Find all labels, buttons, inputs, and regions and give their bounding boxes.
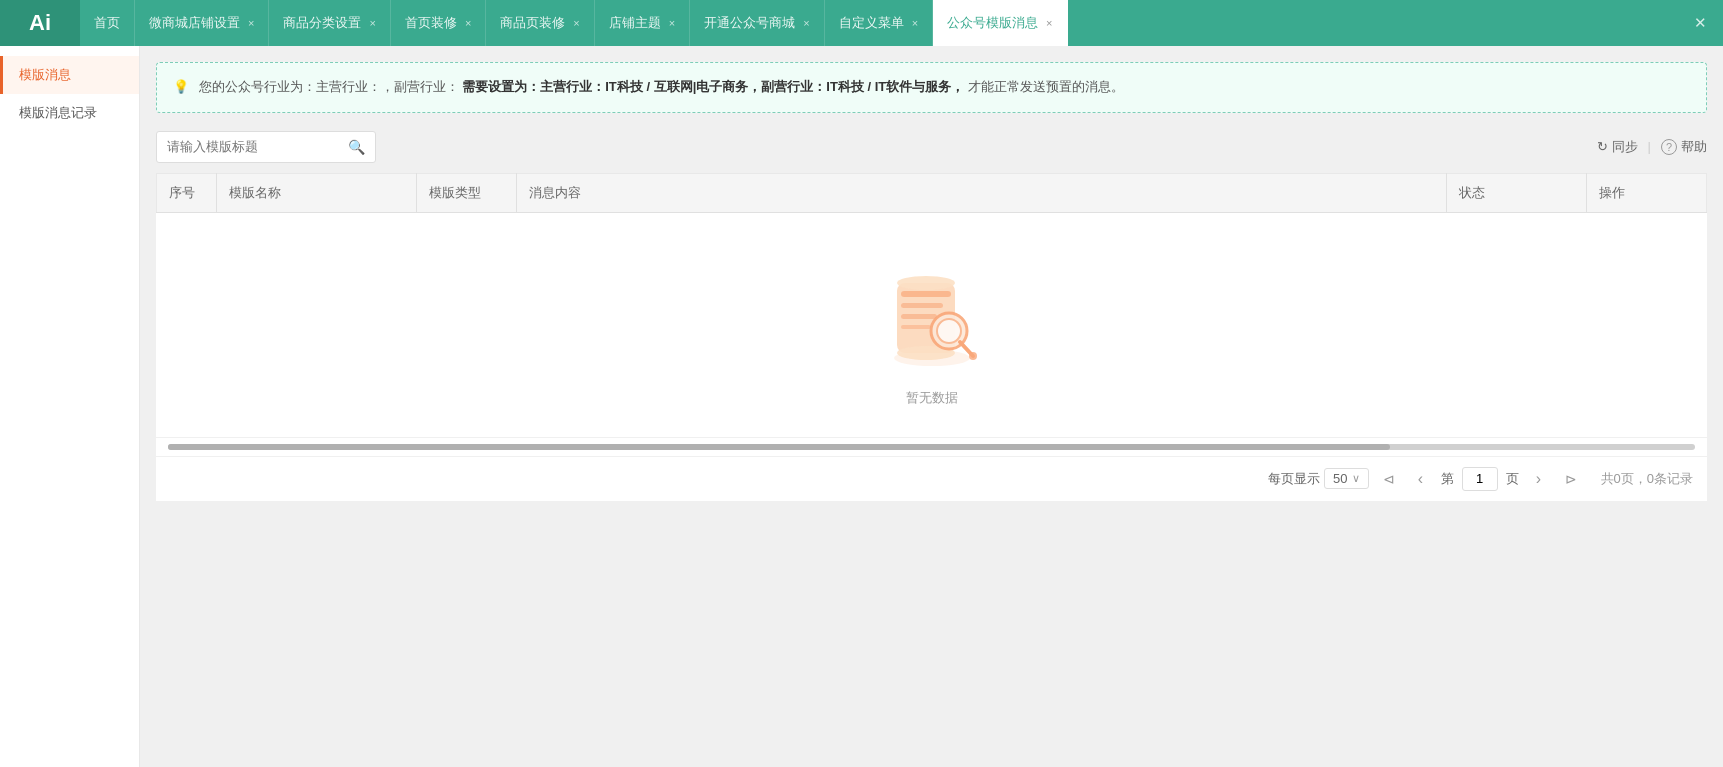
help-button[interactable]: ? 帮助 <box>1661 138 1707 156</box>
notice-prefix: 您的公众号行业为：主营行业：，副营行业： <box>199 79 459 94</box>
toolbar-row: 🔍 ↻ 同步 | ? 帮助 <box>156 131 1707 163</box>
next-page-button[interactable]: › <box>1527 467 1551 491</box>
empty-icon <box>877 263 987 373</box>
nav-tab-shop-settings[interactable]: 微商城店铺设置× <box>135 0 269 46</box>
search-icon[interactable]: 🔍 <box>348 139 365 155</box>
prev-page-button[interactable]: ‹ <box>1409 467 1433 491</box>
nav-tab-product-decoration[interactable]: 商品页装修× <box>486 0 594 46</box>
search-input[interactable] <box>167 139 348 154</box>
search-box: 🔍 <box>156 131 376 163</box>
toolbar-right: ↻ 同步 | ? 帮助 <box>1597 138 1707 156</box>
per-page-dropdown[interactable]: 50 ∨ <box>1324 468 1368 489</box>
close-tab-home-decoration[interactable]: × <box>465 17 471 29</box>
per-page-value: 50 <box>1333 471 1347 486</box>
close-tab-custom-menu[interactable]: × <box>912 17 918 29</box>
close-tab-template-message[interactable]: × <box>1046 17 1052 29</box>
close-tab-shop-theme[interactable]: × <box>669 17 675 29</box>
col-header-name: 模版名称 <box>217 173 417 212</box>
main-layout: 模版消息模版消息记录 💡 您的公众号行业为：主营行业：，副营行业： 需要设置为：… <box>0 46 1723 767</box>
help-circle-icon: ? <box>1661 139 1677 155</box>
col-header-status: 状态 <box>1447 173 1587 212</box>
sync-label: 同步 <box>1612 138 1638 156</box>
first-page-button[interactable]: ⊲ <box>1377 467 1401 491</box>
scroll-bar-row <box>156 437 1707 456</box>
svg-point-11 <box>969 352 977 360</box>
per-page-label: 每页显示 <box>1268 470 1320 488</box>
close-all-tabs-button[interactable]: ✕ <box>1678 14 1723 32</box>
pagination-row: 每页显示 50 ∨ ⊲ ‹ 第 页 › ⊳ 共0页，0条记录 <box>156 456 1707 501</box>
notice-box: 💡 您的公众号行业为：主营行业：，副营行业： 需要设置为：主营行业：IT科技 /… <box>156 62 1707 113</box>
empty-state-container: 暂无数据 <box>156 213 1707 437</box>
close-tab-open-wechat-mall[interactable]: × <box>803 17 809 29</box>
svg-rect-5 <box>901 325 931 329</box>
nav-tabs: 首页微商城店铺设置×商品分类设置×首页装修×商品页装修×店铺主题×开通公众号商城… <box>80 0 1678 46</box>
page-prefix-label: 第 <box>1441 470 1454 488</box>
help-label: 帮助 <box>1681 138 1707 156</box>
sidebar-item-template-message[interactable]: 模版消息 <box>0 56 139 94</box>
per-page-select: 每页显示 50 ∨ <box>1268 468 1368 489</box>
bulb-icon: 💡 <box>173 79 189 94</box>
col-header-action: 操作 <box>1587 173 1707 212</box>
col-header-index: 序号 <box>157 173 217 212</box>
page-number-input[interactable] <box>1462 467 1498 491</box>
top-nav: Ai 首页微商城店铺设置×商品分类设置×首页装修×商品页装修×店铺主题×开通公众… <box>0 0 1723 46</box>
empty-text: 暂无数据 <box>906 389 958 407</box>
nav-tab-custom-menu[interactable]: 自定义菜单× <box>825 0 933 46</box>
toolbar-divider: | <box>1648 139 1651 154</box>
nav-tab-category-settings[interactable]: 商品分类设置× <box>269 0 390 46</box>
scrollbar-thumb[interactable] <box>168 444 1390 450</box>
sync-button[interactable]: ↻ 同步 <box>1597 138 1638 156</box>
notice-suffix: 才能正常发送预置的消息。 <box>968 79 1124 94</box>
total-info: 共0页，0条记录 <box>1601 470 1693 488</box>
sync-icon: ↻ <box>1597 139 1608 154</box>
data-table: 序号模版名称模版类型消息内容状态操作 <box>156 173 1707 213</box>
nav-tab-home-decoration[interactable]: 首页装修× <box>391 0 486 46</box>
sidebar: 模版消息模版消息记录 <box>0 46 140 767</box>
nav-tab-shop-theme[interactable]: 店铺主题× <box>595 0 690 46</box>
svg-rect-2 <box>901 291 951 297</box>
svg-rect-3 <box>901 303 943 308</box>
close-tab-shop-settings[interactable]: × <box>248 17 254 29</box>
svg-point-6 <box>897 276 955 290</box>
app-logo: Ai <box>0 0 80 46</box>
nav-tab-home[interactable]: 首页 <box>80 0 135 46</box>
notice-highlight: 需要设置为：主营行业：IT科技 / 互联网|电子商务，副营行业：IT科技 / I… <box>462 79 964 94</box>
col-header-content: 消息内容 <box>517 173 1447 212</box>
content-area: 💡 您的公众号行业为：主营行业：，副营行业： 需要设置为：主营行业：IT科技 /… <box>140 46 1723 767</box>
close-tab-category-settings[interactable]: × <box>369 17 375 29</box>
col-header-type: 模版类型 <box>417 173 517 212</box>
svg-rect-4 <box>901 314 937 319</box>
last-page-button[interactable]: ⊳ <box>1559 467 1583 491</box>
sidebar-item-template-message-log[interactable]: 模版消息记录 <box>0 94 139 132</box>
svg-point-9 <box>937 319 961 343</box>
chevron-down-icon: ∨ <box>1352 472 1360 485</box>
page-suffix-label: 页 <box>1506 470 1519 488</box>
horizontal-scrollbar[interactable] <box>168 444 1695 450</box>
close-tab-product-decoration[interactable]: × <box>573 17 579 29</box>
nav-tab-open-wechat-mall[interactable]: 开通公众号商城× <box>690 0 824 46</box>
empty-state: 暂无数据 <box>156 213 1707 437</box>
nav-tab-template-message[interactable]: 公众号模版消息× <box>933 0 1067 46</box>
